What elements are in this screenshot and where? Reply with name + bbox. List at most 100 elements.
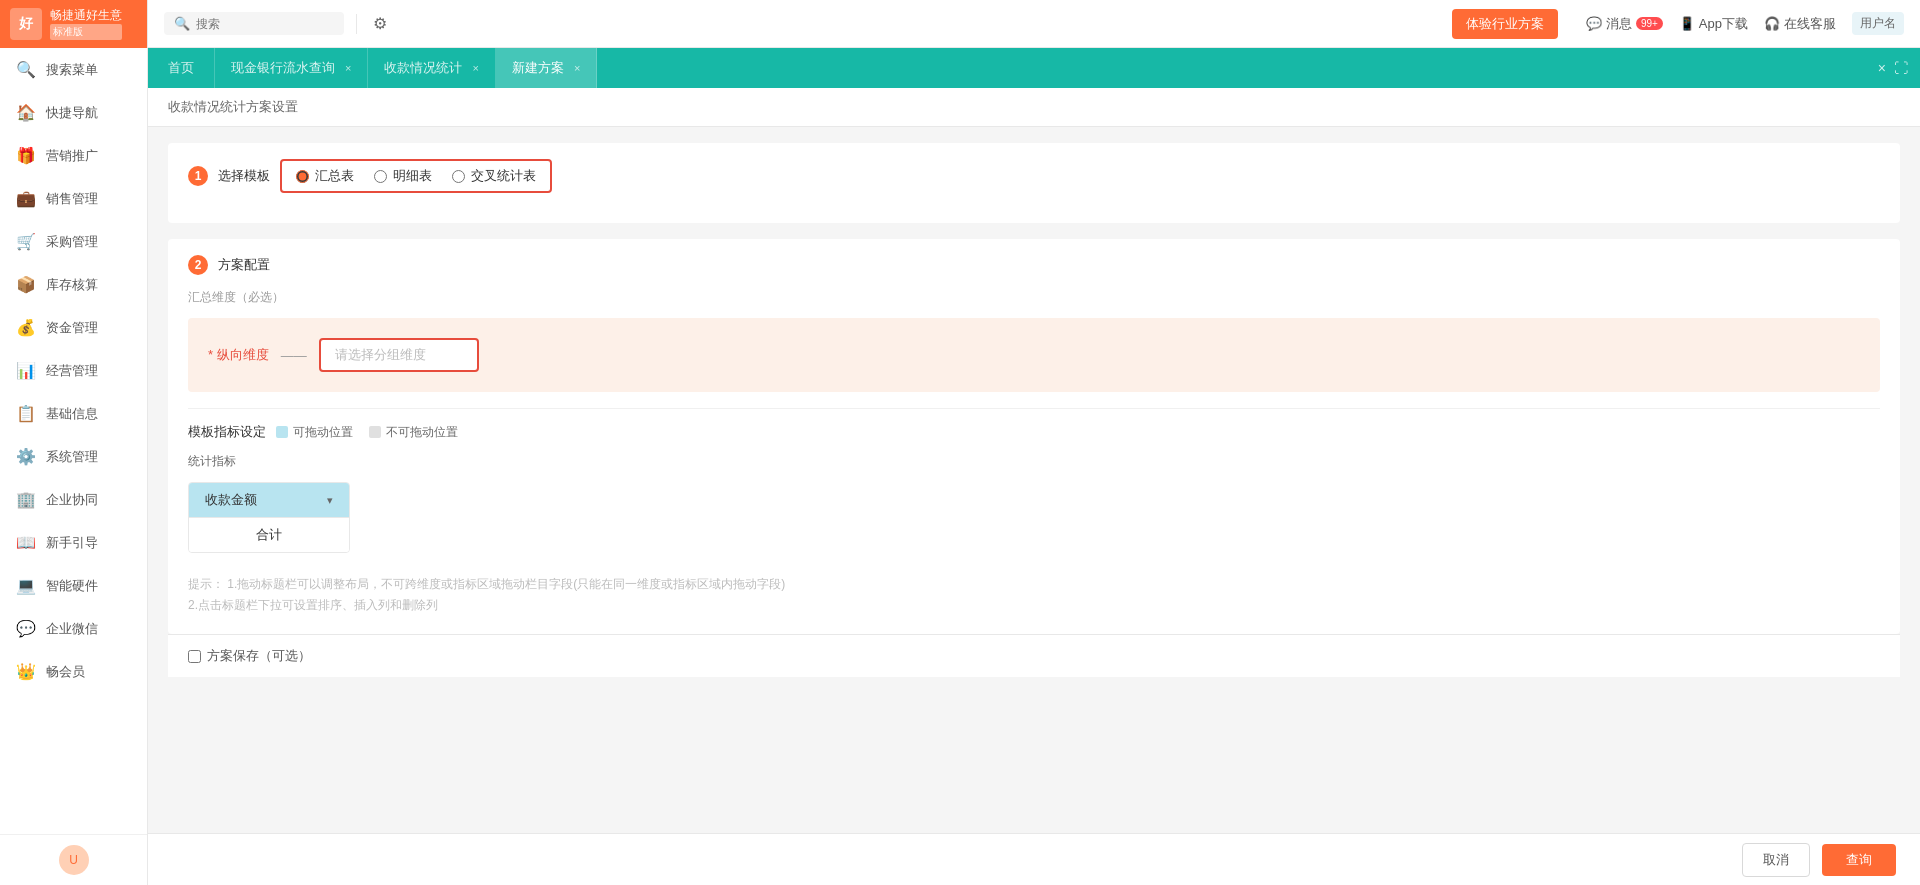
step1-section: 1 选择模板 汇总表 明细表 交叉统计表	[168, 143, 1900, 223]
computer-icon: 💻	[16, 576, 36, 595]
dimension-section-title: 汇总维度（必选）	[188, 289, 1880, 306]
dimension-select[interactable]: 请选择分组维度	[319, 338, 479, 372]
topbar-search-box[interactable]: 🔍	[164, 12, 344, 35]
sidebar-item-system[interactable]: ⚙️ 系统管理	[0, 435, 147, 478]
dimension-row: 纵向维度 —— 请选择分组维度	[208, 338, 1860, 372]
step2-header: 2 方案配置	[188, 255, 1880, 275]
sidebar-item-member[interactable]: 👑 畅会员	[0, 650, 147, 693]
save-label: 方案保存（可选）	[207, 647, 311, 665]
download-button[interactable]: 📱 App下载	[1679, 15, 1748, 33]
metrics-title: 模板指标设定	[188, 423, 266, 441]
gift-icon: 🎁	[16, 146, 36, 165]
sidebar-item-label: 企业协同	[46, 491, 98, 509]
cancel-button[interactable]: 取消	[1742, 843, 1810, 877]
sidebar-item-sales[interactable]: 💼 销售管理	[0, 177, 147, 220]
tab-collect-label: 收款情况统计	[384, 59, 462, 77]
radio-cross-input[interactable]	[452, 170, 465, 183]
sidebar-item-hardware[interactable]: 💻 智能硬件	[0, 564, 147, 607]
sidebar-item-enterprise[interactable]: 🏢 企业协同	[0, 478, 147, 521]
message-button[interactable]: 💬 消息 99+	[1586, 15, 1663, 33]
sidebar-item-basic[interactable]: 📋 基础信息	[0, 392, 147, 435]
non-draggable-dot	[369, 426, 381, 438]
save-checkbox[interactable]	[188, 650, 201, 663]
tip-2: 2.点击标题栏下拉可设置排序、插入列和删除列	[188, 597, 1880, 614]
sidebar-item-label: 快捷导航	[46, 104, 98, 122]
sidebar-item-purchase[interactable]: 🛒 采购管理	[0, 220, 147, 263]
breadcrumb-text: 收款情况统计方案设置	[168, 99, 298, 114]
chat-icon: 💬	[16, 619, 36, 638]
sidebar-item-label: 采购管理	[46, 233, 98, 251]
dimension-placeholder: 请选择分组维度	[335, 347, 426, 362]
sidebar-item-wechat[interactable]: 💬 企业微信	[0, 607, 147, 650]
crown-icon: 👑	[16, 662, 36, 681]
radio-detail-input[interactable]	[374, 170, 387, 183]
radio-summary-input[interactable]	[296, 170, 309, 183]
query-button[interactable]: 查询	[1822, 844, 1896, 876]
tab-new-plan-label: 新建方案	[512, 59, 564, 77]
tip-1: 提示： 1.拖动标题栏可以调整布局，不可跨维度或指标区域拖动栏目字段(只能在同一…	[188, 576, 1880, 593]
step2-number: 2	[188, 255, 208, 275]
gear-icon: ⚙️	[16, 447, 36, 466]
metrics-header: 模板指标设定 可拖动位置 不可拖动位置	[188, 423, 1880, 441]
breadcrumb: 收款情况统计方案设置	[148, 88, 1920, 127]
logo-icon: 好	[10, 8, 42, 40]
step2-title: 方案配置	[218, 256, 270, 274]
sidebar-item-nav[interactable]: 🏠 快捷导航	[0, 91, 147, 134]
clipboard-icon: 📋	[16, 404, 36, 423]
download-icon: 📱	[1679, 16, 1695, 31]
sidebar-item-label: 畅会员	[46, 663, 85, 681]
page-body: 1 选择模板 汇总表 明细表 交叉统计表	[148, 127, 1920, 693]
edition-badge: 标准版	[50, 24, 122, 40]
sidebar-item-operation[interactable]: 📊 经营管理	[0, 349, 147, 392]
content-area: 收款情况统计方案设置 1 选择模板 汇总表 明细表	[148, 88, 1920, 885]
industry-solution-button[interactable]: 体验行业方案	[1452, 9, 1558, 39]
radio-detail[interactable]: 明细表	[374, 167, 432, 185]
avatar[interactable]: U	[59, 845, 89, 875]
tab-collect[interactable]: 收款情况统计 ×	[368, 48, 495, 88]
metrics-col-header-label: 收款金额	[205, 491, 257, 509]
search-icon: 🔍	[16, 60, 36, 79]
radio-cross[interactable]: 交叉统计表	[452, 167, 536, 185]
tab-new-plan-close-icon[interactable]: ×	[574, 62, 580, 74]
search-input[interactable]	[196, 17, 316, 31]
sidebar-item-guide[interactable]: 📖 新手引导	[0, 521, 147, 564]
tab-bank[interactable]: 现金银行流水查询 ×	[215, 48, 368, 88]
metrics-legend: 可拖动位置 不可拖动位置	[276, 424, 458, 441]
service-button[interactable]: 🎧 在线客服	[1764, 15, 1836, 33]
radio-summary[interactable]: 汇总表	[296, 167, 354, 185]
briefcase-icon: 💼	[16, 189, 36, 208]
tab-bank-label: 现金银行流水查询	[231, 59, 335, 77]
sidebar-item-label: 智能硬件	[46, 577, 98, 595]
sidebar-item-finance[interactable]: 💰 资金管理	[0, 306, 147, 349]
vertical-dimension-label: 纵向维度	[208, 346, 269, 364]
topbar-right: 💬 消息 99+ 📱 App下载 🎧 在线客服 用户名	[1586, 12, 1904, 35]
sidebar-item-label: 库存核算	[46, 276, 98, 294]
box-icon: 📦	[16, 275, 36, 294]
close-window-icon[interactable]: ×	[1878, 60, 1886, 76]
sidebar-item-marketing[interactable]: 🎁 营销推广	[0, 134, 147, 177]
sidebar-item-label: 销售管理	[46, 190, 98, 208]
metrics-table: 收款金额 ▾ 合计	[188, 482, 350, 553]
tips-section: 提示： 1.拖动标题栏可以调整布局，不可跨维度或指标区域拖动栏目字段(只能在同一…	[188, 576, 1880, 614]
service-icon: 🎧	[1764, 16, 1780, 31]
nav-tabs: 首页 现金银行流水查询 × 收款情况统计 × 新建方案 × × ⛶	[148, 48, 1920, 88]
tab-home[interactable]: 首页	[148, 48, 215, 88]
chevron-down-icon: ▾	[327, 494, 333, 507]
nav-tabs-right: × ⛶	[1866, 48, 1920, 88]
settings-icon[interactable]: ⚙	[369, 10, 391, 37]
logo-text: 畅捷通好生意	[50, 8, 122, 24]
tab-home-label: 首页	[168, 59, 194, 77]
fullscreen-icon[interactable]: ⛶	[1894, 60, 1908, 76]
sidebar-logo: 好 畅捷通好生意 标准版	[0, 0, 147, 48]
tab-new-plan[interactable]: 新建方案 ×	[496, 48, 597, 88]
message-label: 消息	[1606, 15, 1632, 33]
money-icon: 💰	[16, 318, 36, 337]
user-info[interactable]: 用户名	[1852, 12, 1904, 35]
sidebar-item-inventory[interactable]: 📦 库存核算	[0, 263, 147, 306]
tab-bank-close-icon[interactable]: ×	[345, 62, 351, 74]
sidebar-bottom: U	[0, 834, 147, 885]
metrics-col-header-revenue[interactable]: 收款金额 ▾	[189, 483, 349, 517]
sidebar-item-label: 新手引导	[46, 534, 98, 552]
tab-collect-close-icon[interactable]: ×	[472, 62, 478, 74]
sidebar-item-search[interactable]: 🔍 搜索菜单	[0, 48, 147, 91]
